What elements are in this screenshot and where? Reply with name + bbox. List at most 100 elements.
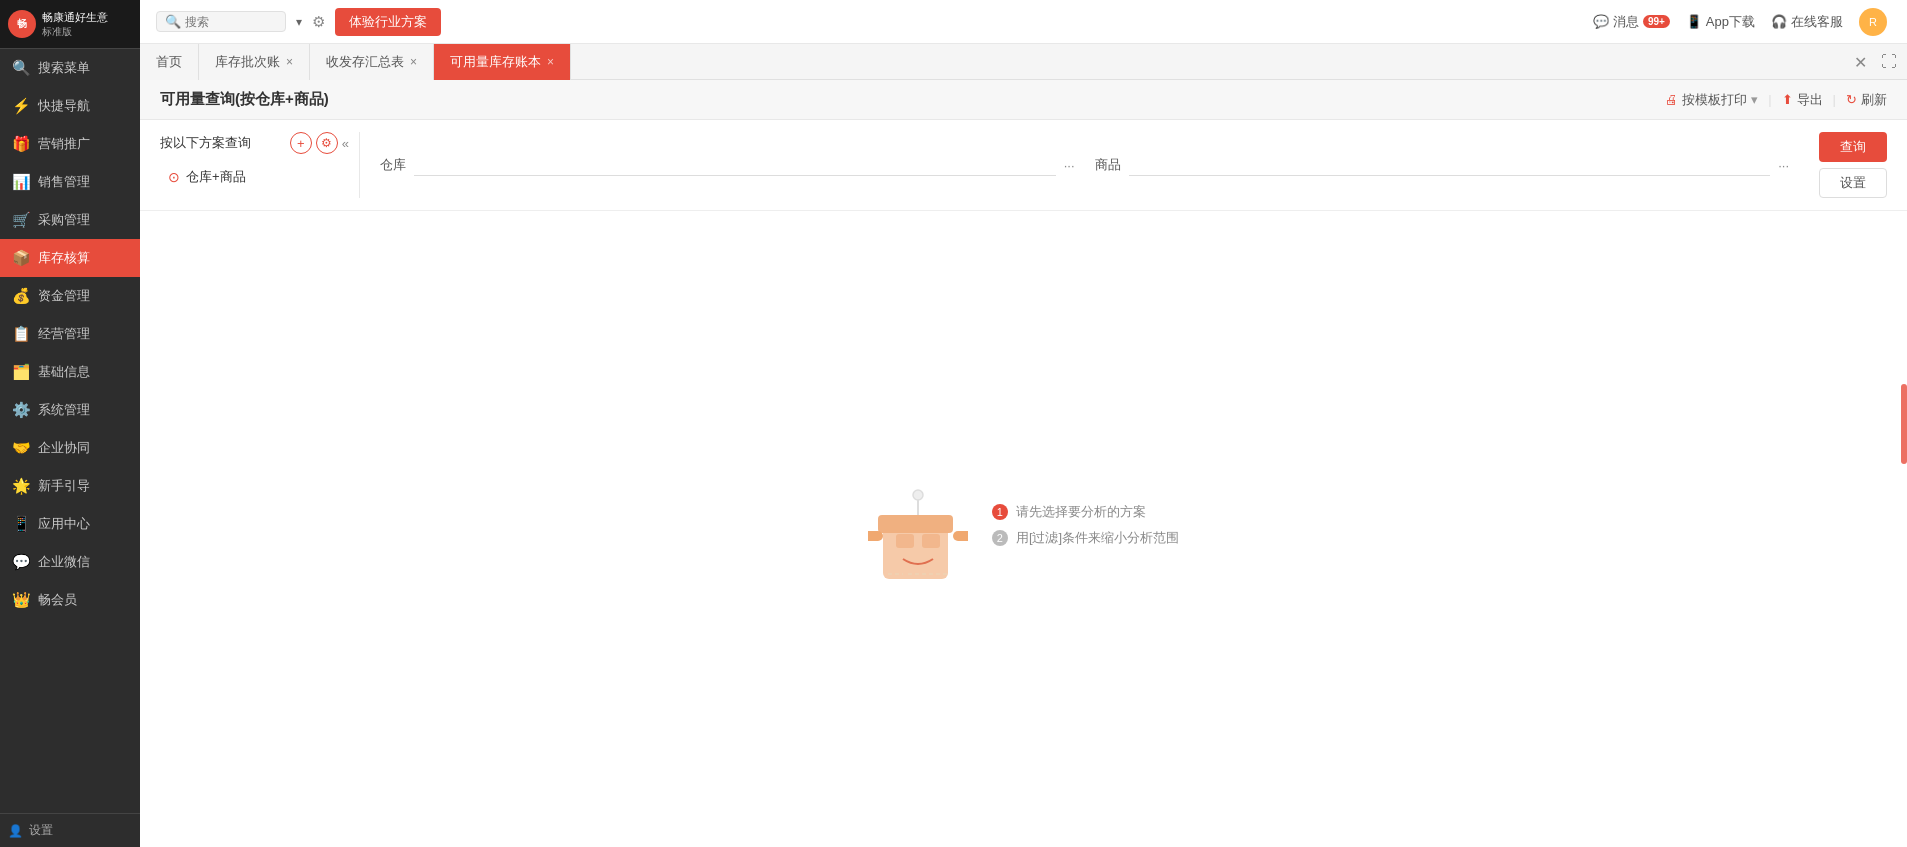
- main-area: 🔍 ▾ ⚙ 体验行业方案 💬 消息 99+ 📱 App下载 🎧 在线客服 R: [140, 0, 1907, 847]
- topbar: 🔍 ▾ ⚙ 体验行业方案 💬 消息 99+ 📱 App下载 🎧 在线客服 R: [140, 0, 1907, 44]
- scheme-panel-header: 按以下方案查询 + ⚙ «: [160, 132, 349, 154]
- settings-button[interactable]: 设置: [1819, 168, 1887, 198]
- online-service-item[interactable]: 🎧 在线客服: [1771, 13, 1843, 31]
- tab-stock-summary-close[interactable]: ×: [410, 55, 417, 69]
- tabbar-expand-icon[interactable]: ⛶: [1881, 53, 1897, 71]
- app-download-item[interactable]: 📱 App下载: [1686, 13, 1755, 31]
- sidebar-item-search[interactable]: 🔍搜索菜单: [0, 49, 140, 87]
- sidebar-item-finance[interactable]: 💰 资金管理: [0, 277, 140, 315]
- refresh-button[interactable]: ↻ 刷新: [1846, 91, 1887, 109]
- empty-svg: [868, 479, 968, 589]
- tab-home[interactable]: 首页: [140, 44, 199, 80]
- goods-more-btn[interactable]: ···: [1778, 158, 1789, 173]
- svg-rect-4: [868, 531, 883, 541]
- query-button[interactable]: 查询: [1819, 132, 1887, 162]
- sidebar-icon-wechat: 💬: [12, 553, 30, 571]
- refresh-label: 刷新: [1861, 91, 1887, 109]
- warehouse-more-btn[interactable]: ···: [1064, 158, 1075, 173]
- tabbar-close-right-icon[interactable]: ✕: [1854, 52, 1867, 71]
- sidebar-item-sales[interactable]: 📊销售管理: [0, 163, 140, 201]
- sidebar-label-apps: 应用中心: [38, 515, 90, 533]
- topbar-search-wrap[interactable]: 🔍: [156, 11, 286, 32]
- export-icon: ⬆: [1782, 92, 1793, 107]
- sidebar-label-newbie: 新手引导: [38, 477, 90, 495]
- scheme-add-btn[interactable]: +: [290, 132, 312, 154]
- export-button[interactable]: ⬆ 导出: [1782, 91, 1823, 109]
- sidebar-item-shortcut[interactable]: ⚡快捷导航: [0, 87, 140, 125]
- topbar-right: 💬 消息 99+ 📱 App下载 🎧 在线客服 R: [1593, 8, 1891, 36]
- print-button[interactable]: 🖨 按模板打印 ▾: [1665, 91, 1758, 109]
- search-input[interactable]: [185, 15, 275, 29]
- sidebar-icon-apps: 📱: [12, 515, 30, 533]
- sidebar-item-purchase[interactable]: 🛒采购管理: [0, 201, 140, 239]
- avatar: R: [1859, 8, 1887, 36]
- goods-field: 商品 ···: [1095, 154, 1790, 176]
- brand-sub: 标准版: [42, 25, 108, 38]
- sidebar-icon-member: 👑: [12, 591, 30, 609]
- tab-inventory-batch[interactable]: 库存批次账 ×: [199, 44, 310, 80]
- message-icon: 💬: [1593, 14, 1609, 29]
- sidebar-item-enterprise[interactable]: 🤝 企业协同: [0, 429, 140, 467]
- sidebar-item-member[interactable]: 👑畅会员: [0, 581, 140, 619]
- sidebar-icon-marketing: 🎁: [12, 135, 30, 153]
- sidebar-icon-newbie: 🌟: [12, 477, 30, 495]
- sidebar-icon-system: ⚙️: [12, 401, 30, 419]
- service-icon: 🎧: [1771, 14, 1787, 29]
- print-label: 按模板打印: [1682, 91, 1747, 109]
- app-icon: 📱: [1686, 14, 1702, 29]
- warehouse-input[interactable]: [414, 154, 1056, 176]
- sidebar-label-operations: 经营管理: [38, 325, 90, 343]
- sidebar-item-basics[interactable]: 🗂️ 基础信息: [0, 353, 140, 391]
- message-item[interactable]: 💬 消息 99+: [1593, 13, 1670, 31]
- trial-button[interactable]: 体验行业方案: [335, 8, 441, 36]
- svg-rect-5: [953, 531, 968, 541]
- tab-inventory-batch-close[interactable]: ×: [286, 55, 293, 69]
- tab-stock-summary-label: 收发存汇总表: [326, 53, 404, 71]
- scheme-item-label: 仓库+商品: [186, 168, 246, 186]
- svg-rect-1: [878, 515, 953, 533]
- sidebar-item-wechat[interactable]: 💬 企业微信: [0, 543, 140, 581]
- user-icon: 👤: [8, 824, 23, 838]
- goods-input[interactable]: [1129, 154, 1771, 176]
- sidebar-item-operations[interactable]: 📋 经营管理: [0, 315, 140, 353]
- query-btn-wrap: 查询 设置: [1809, 132, 1887, 198]
- scheme-collapse-btn[interactable]: «: [342, 136, 349, 151]
- filter-row: 仓库 ··· 商品 ··· 查询 设置: [380, 132, 1887, 198]
- empty-instructions: 1 请先选择要分析的方案 2 用[过滤]条件来缩小分析范围: [992, 503, 1179, 555]
- sidebar-icon-finance: 💰: [12, 287, 30, 305]
- scheme-item-warehouse-goods[interactable]: ⊙ 仓库+商品: [160, 162, 349, 192]
- scheme-item-icon: ⊙: [168, 169, 180, 185]
- warehouse-field: 仓库 ···: [380, 154, 1075, 176]
- step1-text: 请先选择要分析的方案: [1016, 503, 1146, 521]
- sidebar-label-wechat: 企业微信: [38, 553, 90, 571]
- sidebar-icon-enterprise: 🤝: [12, 439, 30, 457]
- gear-icon[interactable]: ⚙: [312, 13, 325, 31]
- sidebar-item-inventory[interactable]: 📦库存核算: [0, 239, 140, 277]
- page-title: 可用量查询(按仓库+商品): [160, 90, 329, 109]
- sidebar-item-newbie[interactable]: 🌟 新手引导: [0, 467, 140, 505]
- sidebar-label-finance: 资金管理: [38, 287, 90, 305]
- app-download-label: App下载: [1706, 13, 1755, 31]
- sidebar-icon-inventory: 📦: [12, 249, 30, 267]
- divider2: |: [1833, 92, 1836, 107]
- scheme-settings-btn[interactable]: ⚙: [316, 132, 338, 154]
- sidebar-item-system[interactable]: ⚙️系统管理: [0, 391, 140, 429]
- dropdown-icon[interactable]: ▾: [296, 15, 302, 29]
- user-item[interactable]: R: [1859, 8, 1891, 36]
- step1-num: 1: [992, 504, 1008, 520]
- sidebar-icon-basics: 🗂️: [12, 363, 30, 381]
- sidebar-item-apps[interactable]: 📱 应用中心: [0, 505, 140, 543]
- sidebar-label-basics: 基础信息: [38, 363, 90, 381]
- sidebar-icon-search: 🔍: [12, 59, 30, 77]
- sidebar-footer[interactable]: 👤 设置: [0, 813, 140, 847]
- tab-available-stock-close[interactable]: ×: [547, 55, 554, 69]
- tab-available-stock[interactable]: 可用量库存账本 ×: [434, 44, 571, 80]
- sidebar-item-marketing[interactable]: 🎁营销推广: [0, 125, 140, 163]
- scheme-panel: 按以下方案查询 + ⚙ « ⊙ 仓库+商品: [160, 132, 360, 198]
- warehouse-label: 仓库: [380, 156, 406, 174]
- sidebar-icon-operations: 📋: [12, 325, 30, 343]
- tab-stock-summary[interactable]: 收发存汇总表 ×: [310, 44, 434, 80]
- sidebar-label-enterprise: 企业协同: [38, 439, 90, 457]
- print-dropdown-icon[interactable]: ▾: [1751, 92, 1758, 107]
- divider1: |: [1768, 92, 1771, 107]
